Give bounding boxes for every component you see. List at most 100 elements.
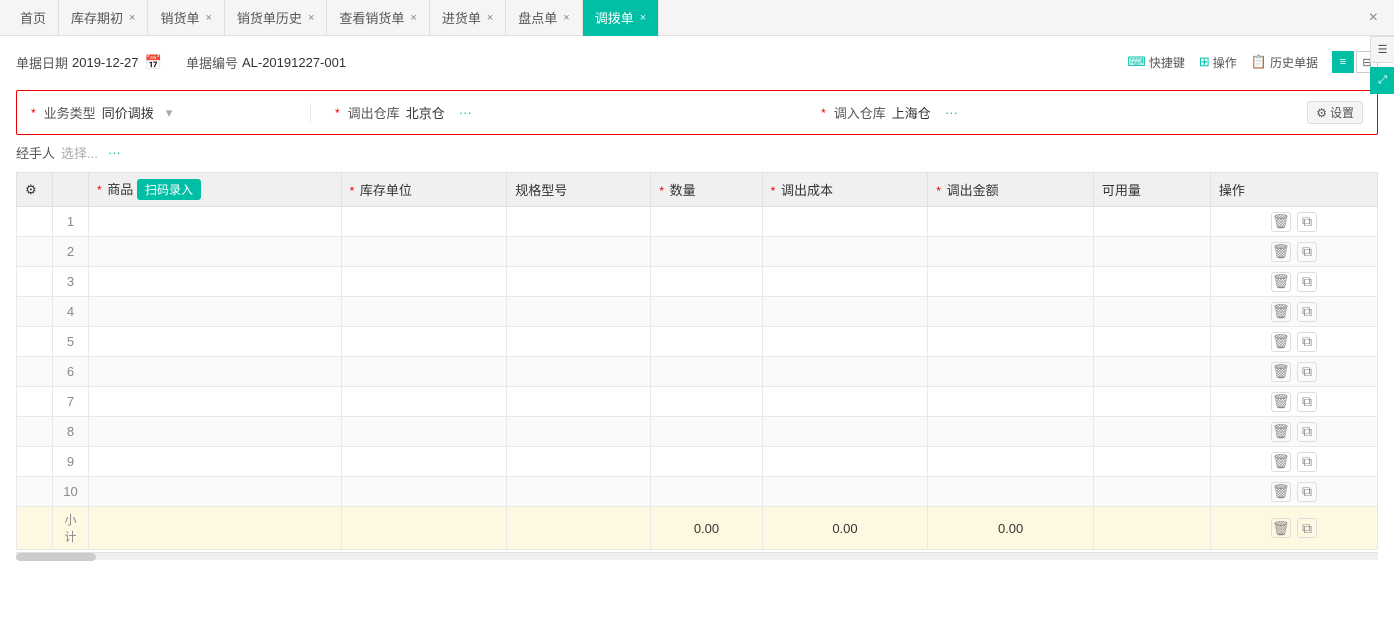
tab-inventory-init-close[interactable]: × xyxy=(129,12,135,24)
row-spec-cell[interactable] xyxy=(507,447,651,477)
row-unit-cell[interactable] xyxy=(341,237,507,267)
row-spec-cell[interactable] xyxy=(507,237,651,267)
row-unit-cell[interactable] xyxy=(341,267,507,297)
copy-icon[interactable]: ⧉ xyxy=(1297,482,1317,502)
row-cost-cell[interactable] xyxy=(762,327,928,357)
delete-icon[interactable]: 🗑 xyxy=(1271,422,1291,442)
row-product-cell[interactable] xyxy=(89,357,342,387)
row-product-cell[interactable] xyxy=(89,387,342,417)
row-available-cell[interactable] xyxy=(1093,477,1210,507)
row-cost-cell[interactable] xyxy=(762,477,928,507)
row-spec-cell[interactable] xyxy=(507,297,651,327)
row-quantity-cell[interactable] xyxy=(651,447,762,477)
sidebar-expand-btn[interactable]: ⤢ xyxy=(1370,67,1394,94)
row-amount-cell[interactable] xyxy=(928,327,1094,357)
row-quantity-cell[interactable] xyxy=(651,327,762,357)
row-product-cell[interactable] xyxy=(89,237,342,267)
tab-home[interactable]: 首页 xyxy=(4,0,59,36)
copy-icon[interactable]: ⧉ xyxy=(1297,452,1317,472)
delete-icon[interactable]: 🗑 xyxy=(1271,332,1291,352)
row-cost-cell[interactable] xyxy=(762,447,928,477)
quick-keys-btn[interactable]: ⌨ 快捷键 xyxy=(1127,54,1185,71)
handler-more-icon[interactable]: ··· xyxy=(108,145,121,160)
row-spec-cell[interactable] xyxy=(507,207,651,237)
tab-transfer[interactable]: 调拨单 × xyxy=(583,0,659,36)
tab-stocktake-close[interactable]: × xyxy=(563,12,569,24)
tab-purchase[interactable]: 进货单 × xyxy=(430,0,506,36)
delete-icon[interactable]: 🗑 xyxy=(1271,392,1291,412)
copy-icon[interactable]: ⧉ xyxy=(1297,332,1317,352)
row-amount-cell[interactable] xyxy=(928,387,1094,417)
row-unit-cell[interactable] xyxy=(341,207,507,237)
row-spec-cell[interactable] xyxy=(507,417,651,447)
th-settings[interactable]: ⚙ xyxy=(17,173,53,207)
row-unit-cell[interactable] xyxy=(341,387,507,417)
row-unit-cell[interactable] xyxy=(341,447,507,477)
copy-icon[interactable]: ⧉ xyxy=(1297,392,1317,412)
row-available-cell[interactable] xyxy=(1093,297,1210,327)
row-unit-cell[interactable] xyxy=(341,297,507,327)
row-available-cell[interactable] xyxy=(1093,417,1210,447)
row-available-cell[interactable] xyxy=(1093,207,1210,237)
row-amount-cell[interactable] xyxy=(928,477,1094,507)
row-available-cell[interactable] xyxy=(1093,237,1210,267)
row-cost-cell[interactable] xyxy=(762,237,928,267)
row-quantity-cell[interactable] xyxy=(651,267,762,297)
row-available-cell[interactable] xyxy=(1093,267,1210,297)
row-product-cell[interactable] xyxy=(89,327,342,357)
row-product-cell[interactable] xyxy=(89,417,342,447)
row-amount-cell[interactable] xyxy=(928,447,1094,477)
row-cost-cell[interactable] xyxy=(762,387,928,417)
row-cost-cell[interactable] xyxy=(762,297,928,327)
row-available-cell[interactable] xyxy=(1093,447,1210,477)
calendar-icon[interactable]: 📅 xyxy=(145,54,162,71)
delete-icon[interactable]: 🗑 xyxy=(1271,212,1291,232)
layout-list-icon[interactable]: ≡ xyxy=(1332,51,1354,73)
row-cost-cell[interactable] xyxy=(762,417,928,447)
row-available-cell[interactable] xyxy=(1093,357,1210,387)
row-product-cell[interactable] xyxy=(89,267,342,297)
tab-purchase-close[interactable]: × xyxy=(487,12,493,24)
row-cost-cell[interactable] xyxy=(762,267,928,297)
row-available-cell[interactable] xyxy=(1093,387,1210,417)
history-btn[interactable]: 📋 历史单据 xyxy=(1251,54,1318,71)
sidebar-list-btn[interactable]: ☰ xyxy=(1370,36,1394,63)
row-quantity-cell[interactable] xyxy=(651,297,762,327)
row-unit-cell[interactable] xyxy=(341,357,507,387)
copy-icon[interactable]: ⧉ xyxy=(1297,302,1317,322)
transfer-out-more-icon[interactable]: ··· xyxy=(459,105,472,120)
row-unit-cell[interactable] xyxy=(341,477,507,507)
scroll-track[interactable] xyxy=(16,552,1378,560)
row-spec-cell[interactable] xyxy=(507,357,651,387)
copy-icon[interactable]: ⧉ xyxy=(1297,242,1317,262)
delete-icon[interactable]: 🗑 xyxy=(1271,272,1291,292)
row-product-cell[interactable] xyxy=(89,297,342,327)
row-unit-cell[interactable] xyxy=(341,327,507,357)
row-unit-cell[interactable] xyxy=(341,417,507,447)
row-product-cell[interactable] xyxy=(89,477,342,507)
operations-btn[interactable]: ⊞ 操作 xyxy=(1199,54,1237,71)
business-type-dropdown-icon[interactable]: ▾ xyxy=(166,105,173,121)
row-quantity-cell[interactable] xyxy=(651,207,762,237)
delete-icon[interactable]: 🗑 xyxy=(1271,482,1291,502)
copy-icon[interactable]: ⧉ xyxy=(1297,518,1317,538)
delete-icon[interactable]: 🗑 xyxy=(1271,302,1291,322)
row-product-cell[interactable] xyxy=(89,447,342,477)
row-amount-cell[interactable] xyxy=(928,237,1094,267)
tab-check-sales[interactable]: 查看销货单 × xyxy=(327,0,429,36)
row-spec-cell[interactable] xyxy=(507,267,651,297)
row-available-cell[interactable] xyxy=(1093,327,1210,357)
tab-transfer-close[interactable]: × xyxy=(640,12,646,24)
row-quantity-cell[interactable] xyxy=(651,237,762,267)
row-amount-cell[interactable] xyxy=(928,357,1094,387)
copy-icon[interactable]: ⧉ xyxy=(1297,422,1317,442)
row-cost-cell[interactable] xyxy=(762,207,928,237)
tab-sales-order-close[interactable]: × xyxy=(205,12,211,24)
scan-button[interactable]: 扫码录入 xyxy=(137,179,201,200)
delete-icon[interactable]: 🗑 xyxy=(1271,518,1291,538)
window-close-button[interactable]: × xyxy=(1357,9,1390,27)
delete-icon[interactable]: 🗑 xyxy=(1271,452,1291,472)
copy-icon[interactable]: ⧉ xyxy=(1297,362,1317,382)
row-cost-cell[interactable] xyxy=(762,357,928,387)
handler-input[interactable]: 选择... xyxy=(61,143,98,162)
